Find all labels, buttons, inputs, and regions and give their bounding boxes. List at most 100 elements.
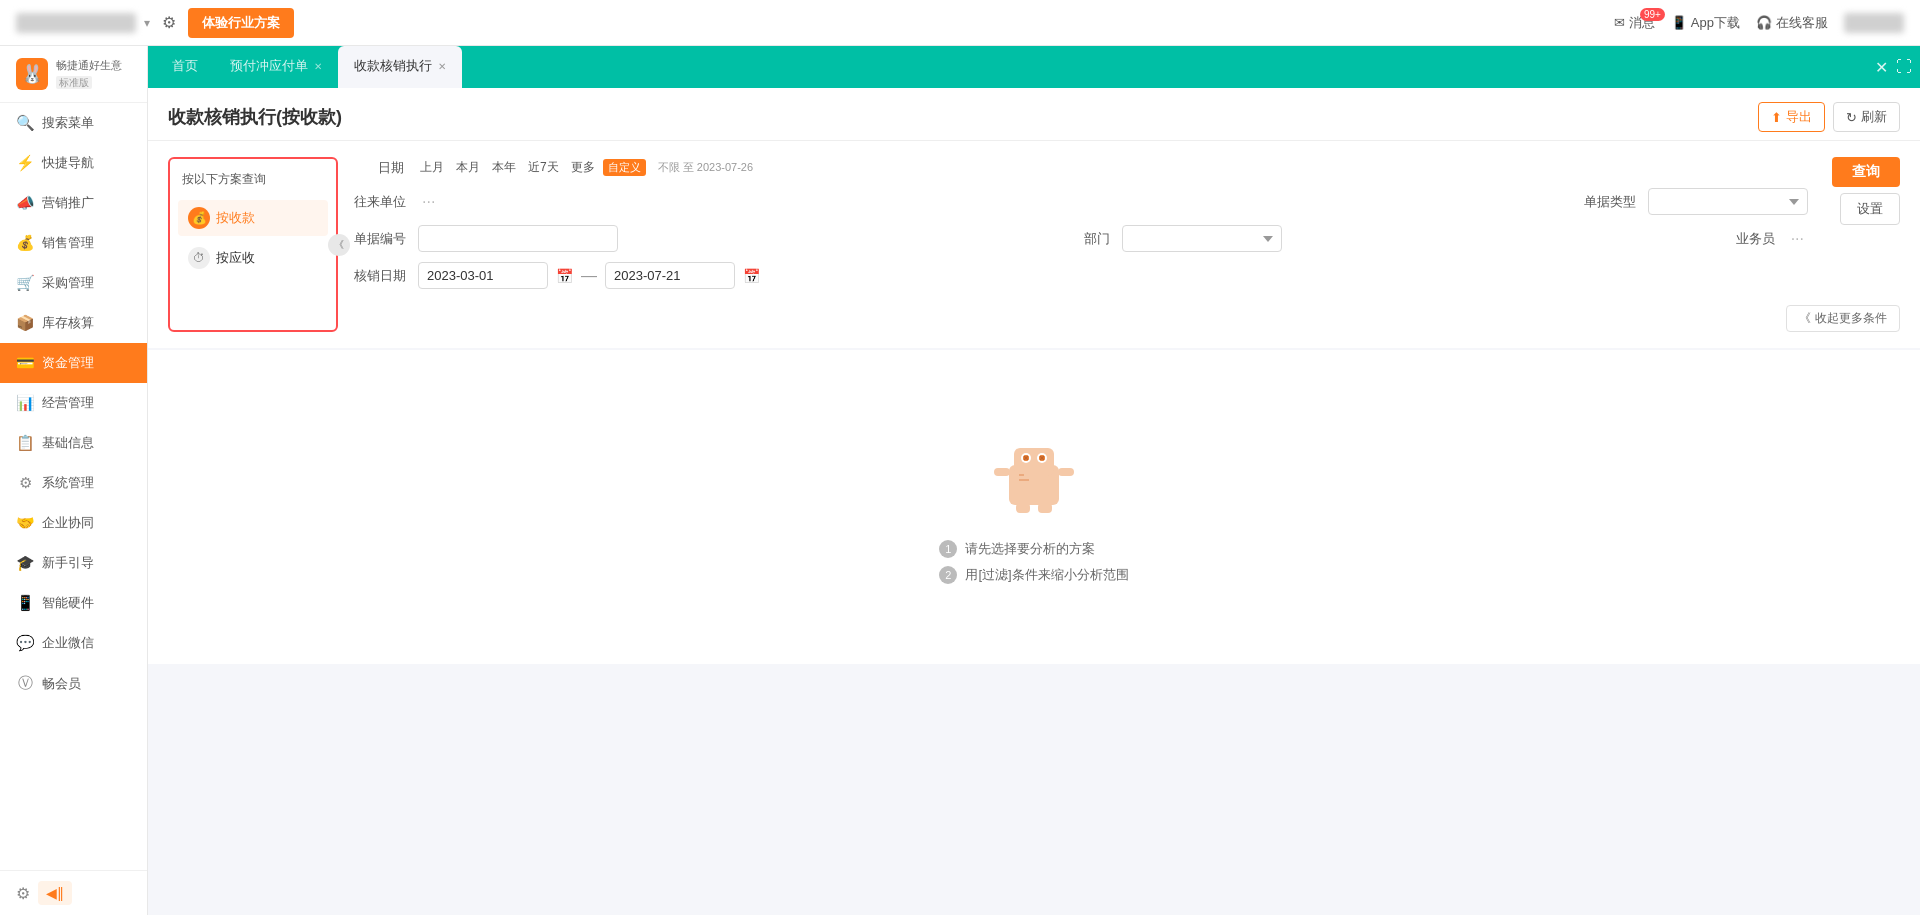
query-button[interactable]: 查询 — [1832, 157, 1900, 187]
box-icon: 📦 — [16, 314, 34, 332]
receipt-icon: 💰 — [188, 207, 210, 229]
setting-button[interactable]: 设置 — [1840, 193, 1900, 225]
finance-icon: 💳 — [16, 354, 34, 372]
top-header: ▾ ⚙ 体验行业方案 ✉ 消息 99+ 📱 App下载 🎧 在线客服 — [0, 0, 1920, 46]
sidebar-item-member[interactable]: Ⓥ 畅会员 — [0, 663, 147, 704]
industry-solution-button[interactable]: 体验行业方案 — [188, 8, 294, 38]
sidebar-label: 新手引导 — [42, 554, 94, 572]
tab-close-window-button[interactable]: ✕ — [1875, 58, 1888, 77]
tip-num-1: 1 — [939, 540, 957, 558]
tab-prepay-close[interactable]: ✕ — [314, 61, 322, 72]
sidebar-item-enterprise[interactable]: 🤝 企业协同 — [0, 503, 147, 543]
sidebar-label: 基础信息 — [42, 434, 94, 452]
date-btn-7days[interactable]: 近7天 — [524, 157, 563, 178]
staff-label: 业务员 — [1725, 230, 1775, 248]
app-download-label: App下载 — [1691, 14, 1740, 32]
writeoff-date-range: 📅 — 📅 — [418, 262, 760, 289]
sidebar-item-inventory[interactable]: 📦 库存核算 — [0, 303, 147, 343]
filter-panel-collapse-arrow[interactable]: 《 — [328, 234, 350, 256]
sidebar-item-basic-info[interactable]: 📋 基础信息 — [0, 423, 147, 463]
online-service-label: 在线客服 — [1776, 14, 1828, 32]
app-name-blur — [16, 13, 136, 33]
member-icon: Ⓥ — [16, 674, 34, 693]
gear-button[interactable]: ⚙ — [158, 9, 180, 36]
sidebar: 🐰 畅捷通好生意 标准版 🔍 搜索菜单 ⚡ 快捷导航 📣 营销推广 💰 销售管理… — [0, 46, 148, 915]
filter-option-by-receipt[interactable]: 💰 按收款 — [178, 200, 328, 236]
sidebar-label: 智能硬件 — [42, 594, 94, 612]
writeoff-start-input[interactable] — [418, 262, 548, 289]
settings-bottom-button[interactable]: ⚙ — [16, 884, 30, 903]
app-download-link[interactable]: 📱 App下载 — [1671, 14, 1740, 32]
date-btn-more[interactable]: 更多 — [567, 157, 599, 178]
sidebar-item-quick-nav[interactable]: ⚡ 快捷导航 — [0, 143, 147, 183]
svg-rect-1 — [1014, 448, 1054, 476]
date-btn-last-month[interactable]: 上月 — [416, 157, 448, 178]
sidebar-logo: 🐰 畅捷通好生意 标准版 — [0, 46, 147, 103]
export-icon: ⬆ — [1771, 110, 1782, 125]
tab-collection[interactable]: 收款核销执行 ✕ — [338, 46, 462, 88]
sidebar-item-search-menu[interactable]: 🔍 搜索菜单 — [0, 103, 147, 143]
message-icon: ✉ — [1614, 15, 1625, 30]
sidebar-label: 搜索菜单 — [42, 114, 94, 132]
tab-prepay[interactable]: 预付冲应付单 ✕ — [214, 46, 338, 88]
staff-input[interactable]: ··· — [1787, 230, 1808, 248]
collapse-icon: 《 — [1799, 310, 1811, 327]
empty-tip-1-text: 请先选择要分析的方案 — [965, 540, 1095, 558]
sidebar-item-guide[interactable]: 🎓 新手引导 — [0, 543, 147, 583]
sidebar-label: 营销推广 — [42, 194, 94, 212]
writeoff-end-input[interactable] — [605, 262, 735, 289]
sidebar-label: 库存核算 — [42, 314, 94, 332]
date-label: 日期 — [354, 159, 404, 177]
sidebar-collapse-button[interactable]: ◀‖ — [38, 881, 72, 905]
date-shortcuts: 上月 本月 本年 近7天 更多 自定义 — [416, 157, 646, 178]
empty-tip-1: 1 请先选择要分析的方案 — [939, 540, 1128, 558]
notification-badge: 99+ — [1640, 8, 1665, 21]
filter-option-by-receivable[interactable]: ⏱ 按应收 — [178, 240, 328, 276]
sidebar-item-operation[interactable]: 📊 经营管理 — [0, 383, 147, 423]
notification-button[interactable]: ✉ 消息 99+ — [1614, 14, 1655, 32]
doctype-select[interactable] — [1648, 188, 1808, 215]
cart-icon: 🛒 — [16, 274, 34, 292]
writeoff-date-label: 核销日期 — [354, 267, 406, 285]
dept-select[interactable] — [1122, 225, 1282, 252]
docnumber-label: 单据编号 — [354, 230, 406, 248]
logo-icon: 🐰 — [16, 58, 48, 90]
chart-icon: 📊 — [16, 394, 34, 412]
docnumber-input[interactable] — [418, 225, 618, 252]
download-icon: 📱 — [1671, 15, 1687, 30]
date-btn-this-year[interactable]: 本年 — [488, 157, 520, 178]
tab-expand-button[interactable]: ⛶ — [1896, 58, 1912, 76]
refresh-button[interactable]: ↻ 刷新 — [1833, 102, 1900, 132]
sidebar-bottom: ⚙ ◀‖ — [0, 870, 147, 915]
sidebar-item-finance[interactable]: 💳 资金管理 — [0, 343, 147, 383]
date-custom-badge[interactable]: 自定义 — [603, 159, 646, 176]
date-filter-row: 日期 上月 本月 本年 近7天 更多 自定义 不限 至 2023-07-26 — [354, 157, 1808, 178]
collapse-more-button[interactable]: 《 收起更多条件 — [1786, 305, 1900, 332]
sidebar-item-purchase[interactable]: 🛒 采购管理 — [0, 263, 147, 303]
sidebar-item-sales[interactable]: 💰 销售管理 — [0, 223, 147, 263]
tab-collection-close[interactable]: ✕ — [438, 61, 446, 72]
sidebar-item-wechat[interactable]: 💬 企业微信 — [0, 623, 147, 663]
sidebar-label: 资金管理 — [42, 354, 94, 372]
sidebar-label: 系统管理 — [42, 474, 94, 492]
date-btn-this-month[interactable]: 本月 — [452, 157, 484, 178]
calendar-end-icon[interactable]: 📅 — [743, 268, 760, 284]
wechat-icon: 💬 — [16, 634, 34, 652]
service-icon: 🎧 — [1756, 15, 1772, 30]
chevron-down-icon[interactable]: ▾ — [144, 16, 150, 30]
counterparty-input[interactable]: ··· — [418, 193, 439, 211]
online-service-link[interactable]: 🎧 在线客服 — [1756, 14, 1828, 32]
empty-tips: 1 请先选择要分析的方案 2 用[过滤]条件来缩小分析范围 — [939, 540, 1128, 584]
date-separator: — — [581, 267, 597, 285]
writeoff-date-row: 核销日期 📅 — 📅 — [354, 262, 1808, 289]
tab-home[interactable]: 首页 — [156, 46, 214, 88]
user-avatar — [1844, 13, 1904, 33]
export-button[interactable]: ⬆ 导出 — [1758, 102, 1825, 132]
page-title: 收款核销执行(按收款) — [168, 105, 342, 129]
calendar-start-icon[interactable]: 📅 — [556, 268, 573, 284]
page-actions: ⬆ 导出 ↻ 刷新 — [1758, 102, 1900, 132]
date-hint: 不限 至 2023-07-26 — [658, 160, 753, 175]
sidebar-item-system[interactable]: ⚙ 系统管理 — [0, 463, 147, 503]
sidebar-item-marketing[interactable]: 📣 营销推广 — [0, 183, 147, 223]
sidebar-item-hardware[interactable]: 📱 智能硬件 — [0, 583, 147, 623]
